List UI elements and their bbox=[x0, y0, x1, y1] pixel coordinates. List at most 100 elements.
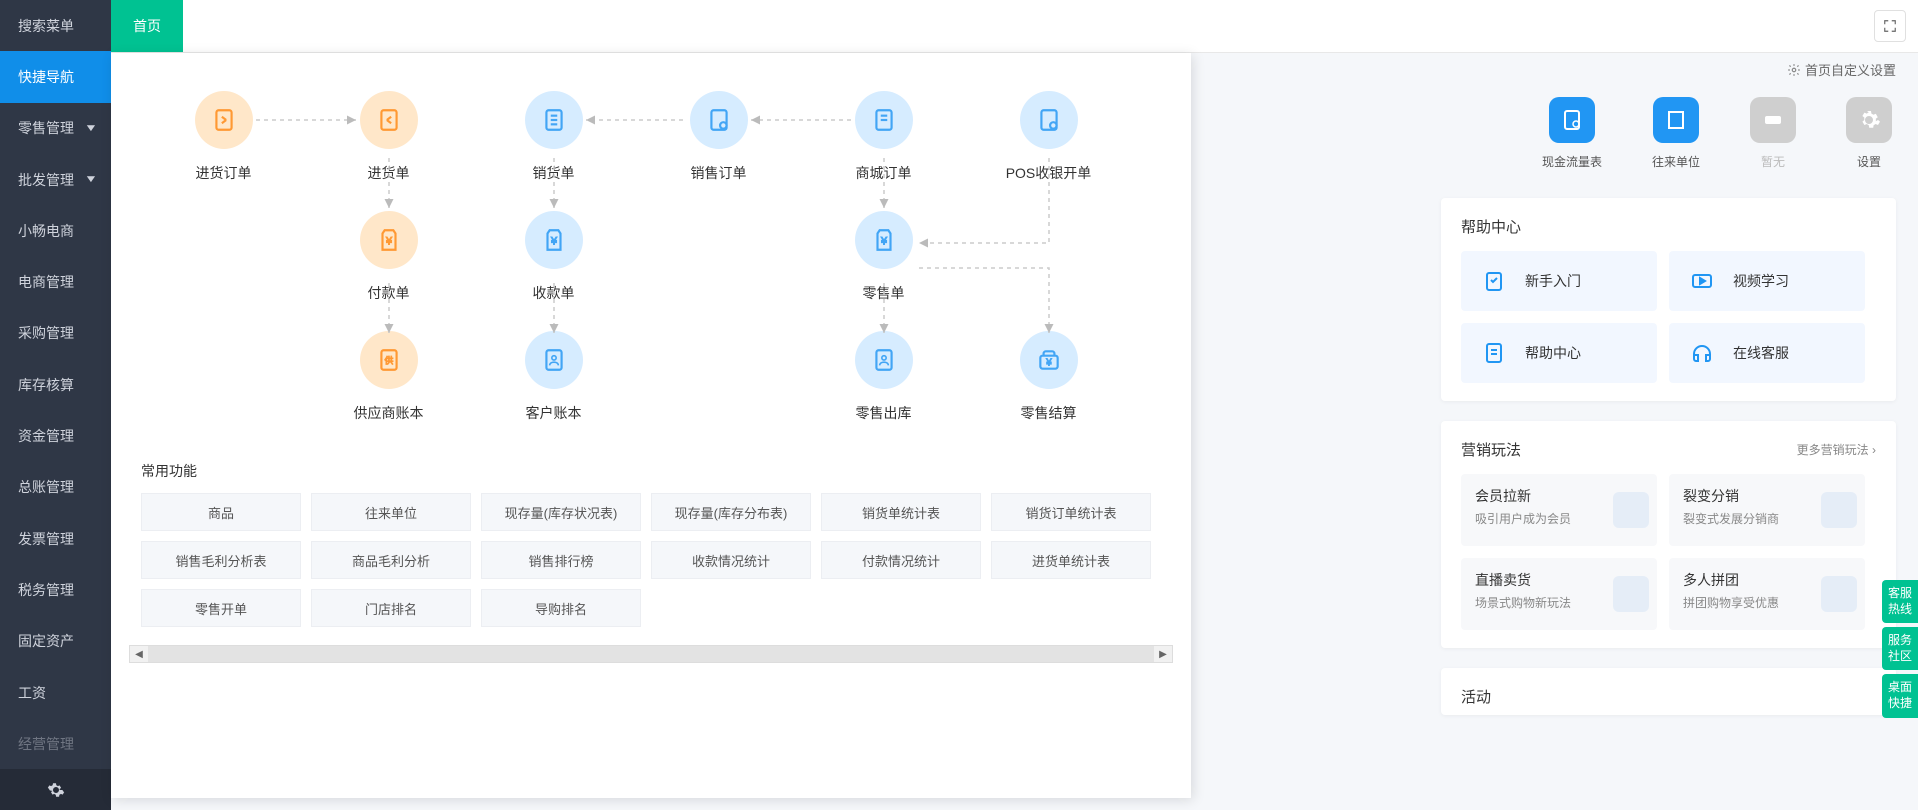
common-btn-9[interactable]: 收款情况统计 bbox=[651, 541, 811, 579]
sidebar-overflow-item[interactable]: 经营管理 bbox=[0, 718, 111, 769]
clipboard-icon bbox=[1482, 269, 1506, 293]
common-functions-title: 常用功能 bbox=[141, 461, 1161, 481]
flow-payment-bill[interactable]: ¥付款单 bbox=[306, 211, 471, 303]
common-btn-6[interactable]: 销售毛利分析表 bbox=[141, 541, 301, 579]
common-btn-12[interactable]: 零售开单 bbox=[141, 589, 301, 627]
video-icon bbox=[1690, 269, 1714, 293]
flow-pos-open[interactable]: POS收银开单 bbox=[966, 91, 1131, 183]
flow-diagram: 进货订单 进货单 销货单 销售订单 商城订单 POS收银开单 ¥付款单 ¥收款单… bbox=[111, 53, 1191, 461]
fullscreen-icon bbox=[1883, 19, 1897, 33]
common-btn-3[interactable]: 现存量(库存分布表) bbox=[651, 493, 811, 531]
sidebar-salary[interactable]: 工资 bbox=[0, 667, 111, 718]
document-icon bbox=[1482, 341, 1506, 365]
flow-retail-bill[interactable]: ¥零售单 bbox=[801, 211, 966, 303]
common-btn-10[interactable]: 付款情况统计 bbox=[821, 541, 981, 579]
headset-icon bbox=[1690, 341, 1714, 365]
scroll-right-arrow[interactable]: ▶ bbox=[1154, 646, 1172, 662]
gear-icon bbox=[1857, 108, 1881, 132]
common-functions: 常用功能 商品往来单位现存量(库存状况表) 现存量(库存分布表) 销货单统计表销货订… bbox=[111, 461, 1191, 639]
quick-nav-popup: 进货订单 进货单 销货单 销售订单 商城订单 POS收银开单 ¥付款单 ¥收款单… bbox=[111, 53, 1191, 798]
activity-title: 活动 bbox=[1461, 686, 1876, 707]
market-item-3[interactable]: 多人拼团拼团购物享受优惠 bbox=[1669, 558, 1865, 630]
sidebar-ledger-mgmt[interactable]: 总账管理 bbox=[0, 462, 111, 513]
tab-bar: 首页 bbox=[111, 0, 1918, 53]
common-btn-11[interactable]: 进货单统计表 bbox=[991, 541, 1151, 579]
sidebar-purchase-mgmt[interactable]: 采购管理 bbox=[0, 308, 111, 359]
ribbon-row: 现金流量表 往来单位 暂无 设置 bbox=[1441, 97, 1896, 170]
tab-home[interactable]: 首页 bbox=[111, 0, 183, 52]
sidebar-search-menu[interactable]: 搜索菜单 bbox=[0, 0, 111, 51]
common-btn-0[interactable]: 商品 bbox=[141, 493, 301, 531]
flow-retail-settlement[interactable]: ¥零售结算 bbox=[966, 331, 1131, 423]
common-btn-1[interactable]: 往来单位 bbox=[311, 493, 471, 531]
market-item-2[interactable]: 直播卖货场景式购物新玩法 bbox=[1461, 558, 1657, 630]
ribbon-settings[interactable]: 设置 bbox=[1846, 97, 1892, 170]
help-getting-started[interactable]: 新手入门 bbox=[1461, 251, 1657, 311]
help-online-service[interactable]: 在线客服 bbox=[1669, 323, 1865, 383]
sidebar-quick-nav[interactable]: 快捷导航 bbox=[0, 51, 111, 102]
sidebar-wholesale-mgmt[interactable]: 批发管理▼ bbox=[0, 154, 111, 205]
flow-retail-outbound[interactable]: 零售出库 bbox=[801, 331, 966, 423]
flow-purchase-order[interactable]: 进货订单 bbox=[141, 91, 306, 183]
placeholder-icon bbox=[1761, 108, 1785, 132]
sidebar-retail-mgmt[interactable]: 零售管理▼ bbox=[0, 103, 111, 154]
common-btn-13[interactable]: 门店排名 bbox=[311, 589, 471, 627]
flow-customer-ledger[interactable]: 客户账本 bbox=[471, 331, 636, 423]
horizontal-scrollbar[interactable]: ◀ ▶ bbox=[129, 645, 1173, 663]
marketing-panel: 营销玩法 更多营销玩法 › 会员拉新吸引用户成为会员裂变分销裂变式发展分销商直播… bbox=[1441, 421, 1896, 648]
ribbon-cashflow[interactable]: 现金流量表 bbox=[1542, 97, 1602, 170]
scroll-left-arrow[interactable]: ◀ bbox=[130, 646, 148, 662]
float-buttons: 客服热线 服务社区 桌面快捷 bbox=[1882, 580, 1918, 722]
gear-icon bbox=[47, 781, 65, 799]
flow-mall-order[interactable]: 商城订单 bbox=[801, 91, 966, 183]
sidebar-settings[interactable] bbox=[0, 769, 111, 810]
sidebar-fixed-assets[interactable]: 固定资产 bbox=[0, 616, 111, 667]
flow-purchase-bill[interactable]: 进货单 bbox=[306, 91, 471, 183]
caret-down-icon: ▼ bbox=[84, 174, 98, 185]
market-item-1[interactable]: 裂变分销裂变式发展分销商 bbox=[1669, 474, 1865, 546]
ribbon-empty[interactable]: 暂无 bbox=[1750, 97, 1796, 170]
common-btn-4[interactable]: 销货单统计表 bbox=[821, 493, 981, 531]
fullscreen-button[interactable] bbox=[1874, 10, 1906, 42]
flow-supplier-ledger[interactable]: 供供应商账本 bbox=[306, 331, 471, 423]
sidebar-tax-mgmt[interactable]: 税务管理 bbox=[0, 564, 111, 615]
sidebar-fund-mgmt[interactable]: 资金管理 bbox=[0, 410, 111, 461]
building-icon bbox=[1664, 108, 1688, 132]
marketing-title: 营销玩法 bbox=[1461, 439, 1521, 460]
help-center[interactable]: 帮助中心 bbox=[1461, 323, 1657, 383]
sidebar-invoice-mgmt[interactable]: 发票管理 bbox=[0, 513, 111, 564]
right-panels: 首页自定义设置 现金流量表 往来单位 暂无 设置 帮助中心 新手入门 视频学习 … bbox=[1441, 60, 1896, 735]
float-desktop-shortcut[interactable]: 桌面快捷 bbox=[1882, 674, 1918, 717]
report-icon bbox=[1560, 108, 1584, 132]
sidebar-xiaochang-ecom[interactable]: 小畅电商 bbox=[0, 205, 111, 256]
activity-panel: 活动 bbox=[1441, 668, 1896, 715]
svg-text:¥: ¥ bbox=[549, 235, 557, 247]
sidebar: 搜索菜单 快捷导航 零售管理▼ 批发管理▼ 小畅电商 电商管理 采购管理 库存核… bbox=[0, 0, 111, 810]
help-center-panel: 帮助中心 新手入门 视频学习 帮助中心 在线客服 bbox=[1441, 198, 1896, 401]
flow-sales-bill[interactable]: 销货单 bbox=[471, 91, 636, 183]
common-btn-2[interactable]: 现存量(库存状况表) bbox=[481, 493, 641, 531]
ribbon-contacts[interactable]: 往来单位 bbox=[1652, 97, 1700, 170]
common-btn-7[interactable]: 商品毛利分析 bbox=[311, 541, 471, 579]
common-btn-5[interactable]: 销货订单统计表 bbox=[991, 493, 1151, 531]
caret-down-icon: ▼ bbox=[84, 123, 98, 134]
float-community[interactable]: 服务社区 bbox=[1882, 627, 1918, 670]
sidebar-ecom-mgmt[interactable]: 电商管理 bbox=[0, 256, 111, 307]
help-video[interactable]: 视频学习 bbox=[1669, 251, 1865, 311]
svg-text:¥: ¥ bbox=[879, 235, 887, 247]
flow-sales-order[interactable]: 销售订单 bbox=[636, 91, 801, 183]
home-customize-link[interactable]: 首页自定义设置 bbox=[1441, 60, 1896, 79]
svg-text:¥: ¥ bbox=[384, 235, 392, 247]
svg-text:¥: ¥ bbox=[1045, 357, 1052, 368]
svg-text:供: 供 bbox=[384, 354, 393, 365]
scroll-track[interactable] bbox=[148, 646, 1154, 662]
common-btn-14[interactable]: 导购排名 bbox=[481, 589, 641, 627]
flow-receipt-bill[interactable]: ¥收款单 bbox=[471, 211, 636, 303]
marketing-more-link[interactable]: 更多营销玩法 › bbox=[1797, 441, 1876, 458]
common-btn-8[interactable]: 销售排行榜 bbox=[481, 541, 641, 579]
float-hotline[interactable]: 客服热线 bbox=[1882, 580, 1918, 623]
sidebar-inventory-accounting[interactable]: 库存核算 bbox=[0, 359, 111, 410]
market-item-0[interactable]: 会员拉新吸引用户成为会员 bbox=[1461, 474, 1657, 546]
gear-icon bbox=[1787, 63, 1801, 77]
help-title: 帮助中心 bbox=[1461, 216, 1521, 237]
